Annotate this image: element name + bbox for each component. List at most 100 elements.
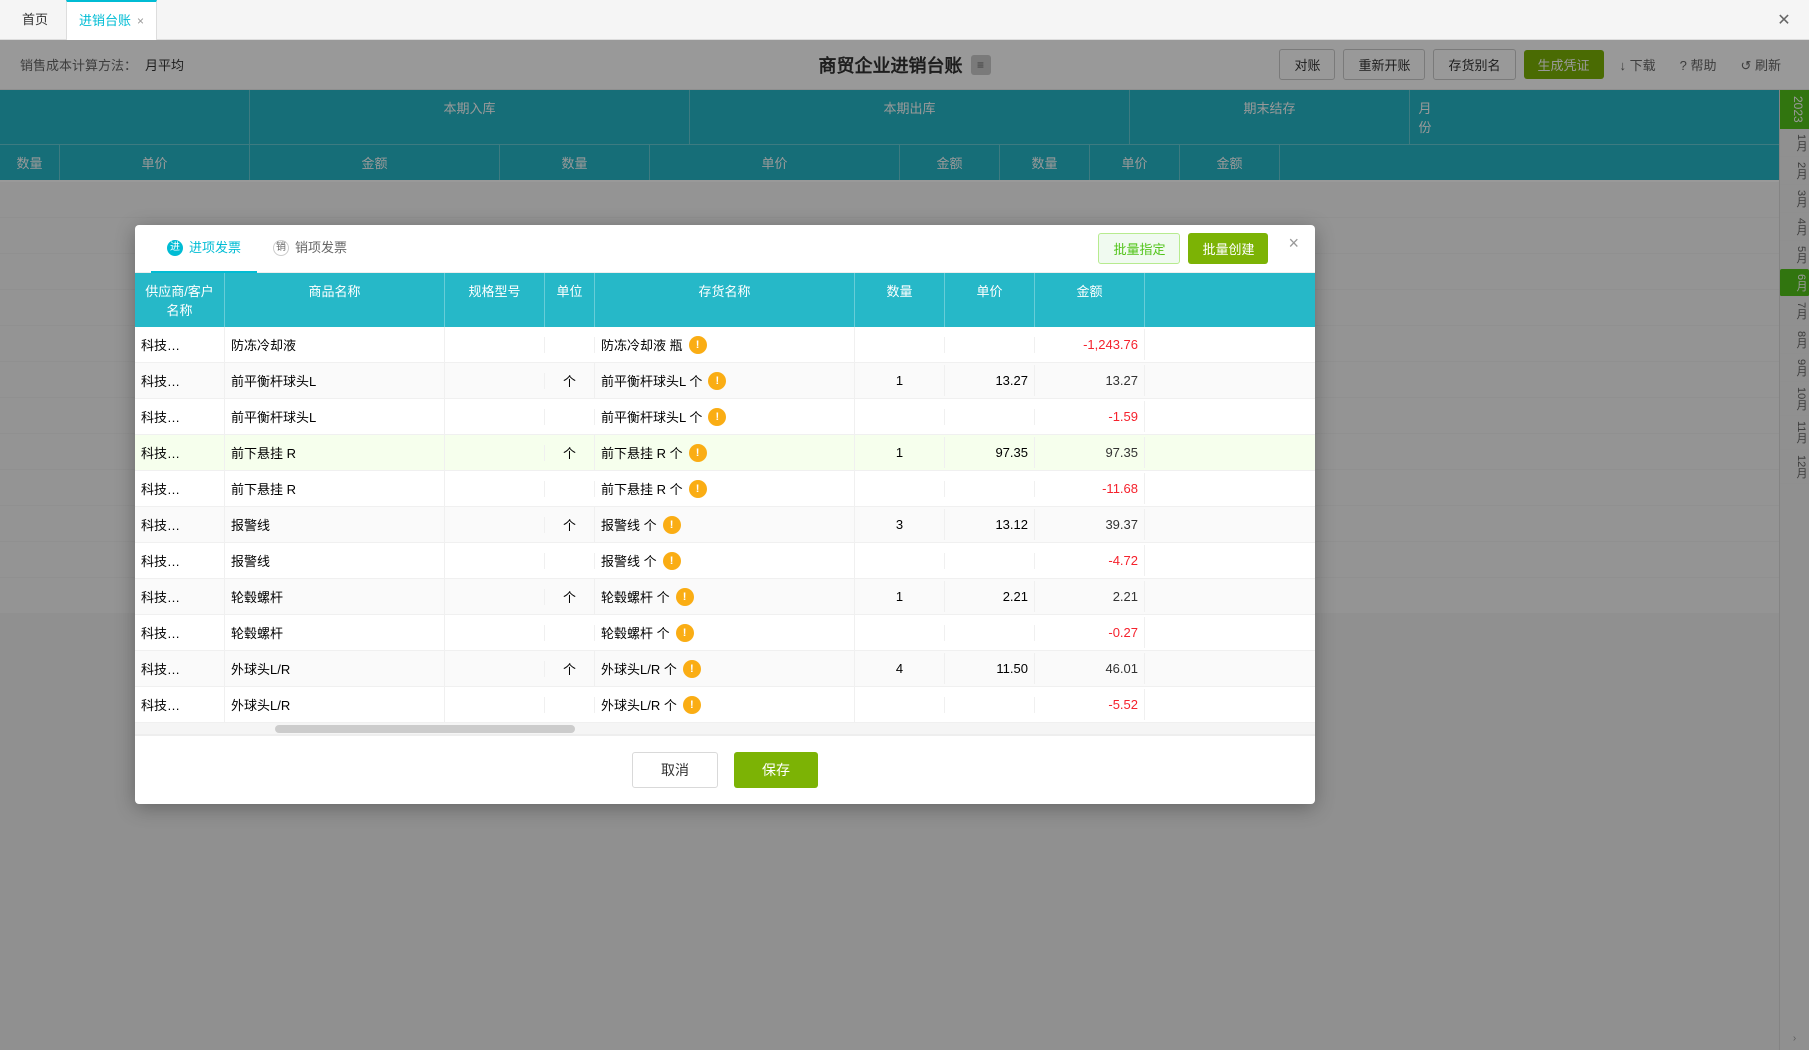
batch-assign-button[interactable]: 批量指定 (1098, 233, 1180, 264)
cell-qty (855, 553, 945, 569)
warning-icon: ! (689, 444, 707, 462)
cell-qty (855, 625, 945, 641)
warning-icon: ! (683, 696, 701, 714)
tab-close-icon[interactable]: × (137, 2, 144, 40)
col-unit: 单位 (545, 273, 595, 327)
cell-unit-price: 2.21 (945, 581, 1035, 612)
table-row[interactable]: 科技… 前下悬挂 R 前下悬挂 R 个 ! -11.68 (135, 471, 1315, 507)
cell-spec (445, 697, 545, 713)
window-close-button[interactable]: ✕ (1769, 5, 1799, 35)
tab-in-label: 进项发票 (189, 224, 241, 272)
tab-out-label: 销项发票 (295, 224, 347, 272)
main-area: 销售成本计算方法： 月平均 商贸企业进销台账 ≡ 对账 重新开账 存货别名 生成… (0, 40, 1809, 1050)
cell-inventory-name: 防冻冷却液 瓶 ! (595, 327, 855, 362)
warning-icon: ! (663, 516, 681, 534)
cell-company: 科技… (135, 471, 225, 506)
cell-unit-price (945, 481, 1035, 497)
cell-qty (855, 337, 945, 353)
table-row[interactable]: 科技… 轮毂螺杆 个 轮毂螺杆 个 ! 1 2.21 2.21 (135, 579, 1315, 615)
table-row[interactable]: 科技… 前平衡杆球头L 个 前平衡杆球头L 个 ! 1 13.27 13.27 (135, 363, 1315, 399)
cell-inventory-name: 轮毂螺杆 个 ! (595, 579, 855, 614)
cell-product-name: 报警线 (225, 507, 445, 542)
cell-spec (445, 373, 545, 389)
modal-table-body: 科技… 防冻冷却液 防冻冷却液 瓶 ! -1,243.76 科技… 前平衡杆球头… (135, 327, 1315, 723)
cell-unit-price (945, 409, 1035, 425)
col-product-name: 商品名称 (225, 273, 445, 327)
cell-unit: 个 (545, 363, 595, 398)
cell-unit-price: 11.50 (945, 653, 1035, 684)
cell-qty: 1 (855, 365, 945, 396)
cell-amount: -1.59 (1035, 401, 1145, 432)
table-row[interactable]: 科技… 报警线 个 报警线 个 ! 3 13.12 39.37 (135, 507, 1315, 543)
cell-spec (445, 625, 545, 641)
table-row[interactable]: 科技… 报警线 报警线 个 ! -4.72 (135, 543, 1315, 579)
warning-icon: ! (708, 372, 726, 390)
tab-in-invoice[interactable]: 进 进项发票 (151, 225, 257, 273)
cell-qty: 3 (855, 509, 945, 540)
cell-company: 科技… (135, 651, 225, 686)
cell-company: 科技… (135, 435, 225, 470)
out-invoice-icon: 销 (273, 240, 289, 256)
modal-col-header: 供应商/客户名称 商品名称 规格型号 单位 存货名称 数量 单价 金额 (135, 273, 1315, 327)
cell-company: 科技… (135, 615, 225, 650)
modal-close-button[interactable]: × (1288, 233, 1299, 264)
cell-unit (545, 337, 595, 353)
table-row[interactable]: 科技… 前下悬挂 R 个 前下悬挂 R 个 ! 1 97.35 97.35 (135, 435, 1315, 471)
cell-inventory-name: 前平衡杆球头L 个 ! (595, 399, 855, 434)
warning-icon: ! (683, 660, 701, 678)
table-row[interactable]: 科技… 前平衡杆球头L 前平衡杆球头L 个 ! -1.59 (135, 399, 1315, 435)
cell-spec (445, 445, 545, 461)
cell-company: 科技… (135, 363, 225, 398)
modal-header: 进 进项发票 销 销项发票 批量指定 批量创建 × (135, 225, 1315, 273)
col-inventory-name: 存货名称 (595, 273, 855, 327)
modal-footer: 取消 保存 (135, 735, 1315, 804)
table-row[interactable]: 科技… 轮毂螺杆 轮毂螺杆 个 ! -0.27 (135, 615, 1315, 651)
cell-product-name: 前平衡杆球头L (225, 363, 445, 398)
col-spec: 规格型号 (445, 273, 545, 327)
cell-company: 科技… (135, 687, 225, 722)
cell-amount: -5.52 (1035, 689, 1145, 720)
cell-qty: 1 (855, 581, 945, 612)
col-unit-price: 单价 (945, 273, 1035, 327)
cell-unit: 个 (545, 507, 595, 542)
cell-unit: 个 (545, 435, 595, 470)
cell-qty (855, 697, 945, 713)
cell-spec (445, 517, 545, 533)
cell-product-name: 前下悬挂 R (225, 435, 445, 470)
cell-unit (545, 553, 595, 569)
cell-unit-price: 13.12 (945, 509, 1035, 540)
warning-icon: ! (676, 624, 694, 642)
cell-amount: 39.37 (1035, 509, 1145, 540)
cell-spec (445, 409, 545, 425)
cell-unit (545, 697, 595, 713)
cell-amount: 13.27 (1035, 365, 1145, 396)
table-row[interactable]: 科技… 外球头L/R 外球头L/R 个 ! -5.52 (135, 687, 1315, 723)
batch-create-button[interactable]: 批量创建 (1188, 233, 1268, 264)
cell-company: 科技… (135, 579, 225, 614)
warning-icon: ! (689, 336, 707, 354)
cell-qty: 1 (855, 437, 945, 468)
cell-inventory-name: 外球头L/R 个 ! (595, 687, 855, 722)
cell-unit-price: 13.27 (945, 365, 1035, 396)
col-amount: 金额 (1035, 273, 1145, 327)
warning-icon: ! (663, 552, 681, 570)
table-row[interactable]: 科技… 防冻冷却液 防冻冷却液 瓶 ! -1,243.76 (135, 327, 1315, 363)
cell-unit (545, 409, 595, 425)
cell-company: 科技… (135, 399, 225, 434)
cancel-button[interactable]: 取消 (632, 752, 718, 788)
cell-qty (855, 481, 945, 497)
cell-inventory-name: 前下悬挂 R 个 ! (595, 435, 855, 470)
cell-unit: 个 (545, 651, 595, 686)
cell-spec (445, 553, 545, 569)
cell-product-name: 防冻冷却液 (225, 327, 445, 362)
tab-home[interactable]: 首页 (10, 0, 60, 40)
modal-scrollbar-thumb[interactable] (275, 725, 575, 733)
save-button[interactable]: 保存 (734, 752, 818, 788)
cell-amount: -1,243.76 (1035, 329, 1145, 360)
cell-company: 科技… (135, 543, 225, 578)
table-row[interactable]: 科技… 外球头L/R 个 外球头L/R 个 ! 4 11.50 46.01 (135, 651, 1315, 687)
cell-inventory-name: 外球头L/R 个 ! (595, 651, 855, 686)
tab-active[interactable]: 进销台账 × (66, 0, 157, 40)
tab-out-invoice[interactable]: 销 销项发票 (257, 225, 363, 273)
cell-company: 科技… (135, 507, 225, 542)
